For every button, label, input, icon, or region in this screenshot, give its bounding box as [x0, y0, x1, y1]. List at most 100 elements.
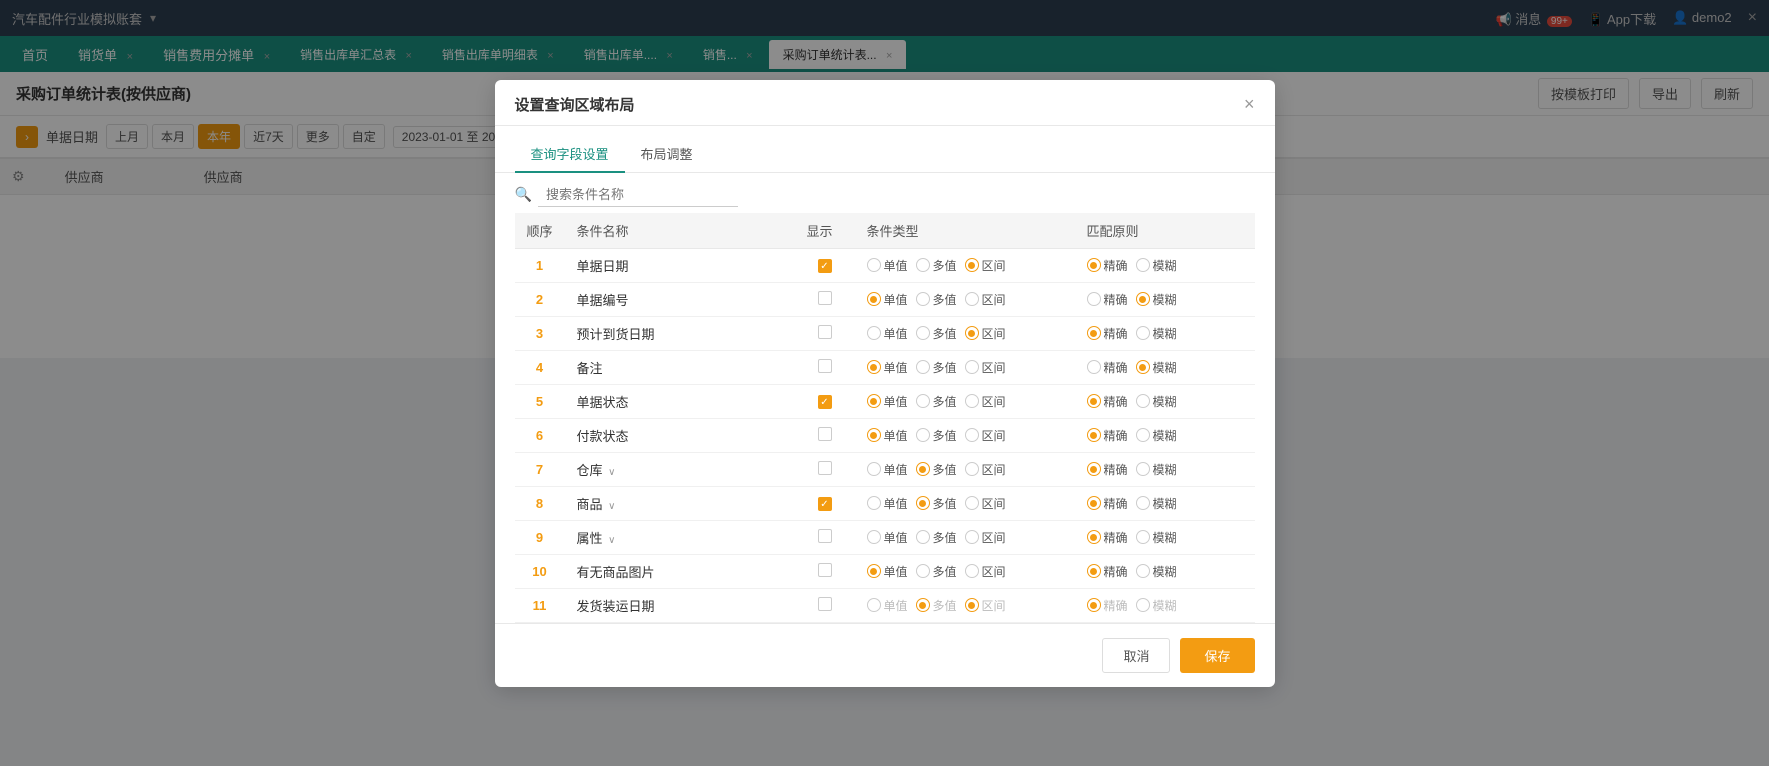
type-single-option[interactable]: 单值: [867, 495, 908, 512]
type-multi-option[interactable]: 多值: [916, 495, 957, 512]
radio-multi-icon: [916, 292, 930, 306]
match-exact-option[interactable]: 精确: [1087, 529, 1128, 546]
save-button[interactable]: 保存: [1180, 638, 1254, 673]
radio-single-icon: [867, 598, 881, 612]
type-multi-option[interactable]: 多值: [916, 291, 957, 308]
type-multi-option[interactable]: 多值: [916, 563, 957, 580]
type-range-option[interactable]: 区间: [965, 495, 1006, 512]
row-match-cell: 精确 模糊: [1075, 554, 1255, 588]
row-condition-name: 属性 ∨: [565, 520, 795, 554]
match-exact-option[interactable]: 精确: [1087, 325, 1128, 342]
type-range-option[interactable]: 区间: [965, 325, 1006, 342]
row-order: 8: [515, 486, 565, 520]
show-checkbox[interactable]: [818, 529, 832, 543]
type-multi-option[interactable]: 多值: [916, 597, 957, 614]
match-fuzzy-option[interactable]: 模糊: [1136, 359, 1177, 376]
type-range-option[interactable]: 区间: [965, 291, 1006, 308]
match-fuzzy-option[interactable]: 模糊: [1136, 563, 1177, 580]
type-range-option[interactable]: 区间: [965, 563, 1006, 580]
show-checkbox[interactable]: ✓: [818, 497, 832, 511]
type-multi-option[interactable]: 多值: [916, 325, 957, 342]
type-single-option[interactable]: 单值: [867, 597, 908, 614]
table-row: 5单据状态✓ 单值 多值 区间 精确 模糊: [515, 384, 1255, 418]
show-checkbox[interactable]: ✓: [818, 259, 832, 273]
radio-exact-icon: [1087, 360, 1101, 374]
row-show-checkbox-cell: [795, 282, 855, 316]
type-single-option[interactable]: 单值: [867, 291, 908, 308]
match-exact-option[interactable]: 精确: [1087, 393, 1128, 410]
match-exact-option[interactable]: 精确: [1087, 461, 1128, 478]
dialog-tabs: 查询字段设置 布局调整: [495, 126, 1275, 173]
row-order: 11: [515, 588, 565, 622]
type-single-option[interactable]: 单值: [867, 257, 908, 274]
show-checkbox[interactable]: [818, 563, 832, 577]
show-checkbox[interactable]: [818, 597, 832, 611]
type-single-option[interactable]: 单值: [867, 393, 908, 410]
type-range-option[interactable]: 区间: [965, 529, 1006, 546]
type-single-option[interactable]: 单值: [867, 461, 908, 478]
show-checkbox[interactable]: [818, 427, 832, 441]
match-exact-option[interactable]: 精确: [1087, 291, 1128, 308]
type-range-option[interactable]: 区间: [965, 257, 1006, 274]
type-single-option[interactable]: 单值: [867, 529, 908, 546]
type-range-option[interactable]: 区间: [965, 597, 1006, 614]
type-range-option[interactable]: 区间: [965, 359, 1006, 376]
type-range-option[interactable]: 区间: [965, 427, 1006, 444]
radio-exact-icon: [1087, 258, 1101, 272]
table-row: 3预计到货日期 单值 多值 区间 精确 模糊: [515, 316, 1255, 350]
match-fuzzy-option[interactable]: 模糊: [1136, 291, 1177, 308]
tab-layout-adjust[interactable]: 布局调整: [625, 136, 709, 173]
row-order: 4: [515, 350, 565, 384]
match-exact-option[interactable]: 精确: [1087, 495, 1128, 512]
match-exact-option[interactable]: 精确: [1087, 427, 1128, 444]
match-fuzzy-option[interactable]: 模糊: [1136, 257, 1177, 274]
chevron-down-icon[interactable]: ∨: [608, 535, 615, 546]
type-multi-option[interactable]: 多值: [916, 393, 957, 410]
radio-fuzzy-icon: [1136, 428, 1150, 442]
order-number: 6: [536, 428, 543, 443]
row-order: 6: [515, 418, 565, 452]
match-fuzzy-option[interactable]: 模糊: [1136, 495, 1177, 512]
match-fuzzy-option[interactable]: 模糊: [1136, 325, 1177, 342]
table-row: 7仓库 ∨ 单值 多值 区间 精确 模糊: [515, 452, 1255, 486]
match-exact-option[interactable]: 精确: [1087, 597, 1128, 614]
match-fuzzy-option[interactable]: 模糊: [1136, 427, 1177, 444]
type-single-option[interactable]: 单值: [867, 359, 908, 376]
tab-query-fields[interactable]: 查询字段设置: [515, 136, 625, 173]
type-range-option[interactable]: 区间: [965, 461, 1006, 478]
type-multi-option[interactable]: 多值: [916, 359, 957, 376]
row-type-cell: 单值 多值 区间: [855, 554, 1075, 588]
row-show-checkbox-cell: ✓: [795, 384, 855, 418]
order-number: 3: [536, 326, 543, 341]
condition-search-input[interactable]: [538, 183, 738, 207]
type-single-option[interactable]: 单值: [867, 563, 908, 580]
match-fuzzy-option[interactable]: 模糊: [1136, 461, 1177, 478]
match-fuzzy-option[interactable]: 模糊: [1136, 393, 1177, 410]
row-type-cell: 单值 多值 区间: [855, 418, 1075, 452]
match-exact-option[interactable]: 精确: [1087, 563, 1128, 580]
type-multi-option[interactable]: 多值: [916, 529, 957, 546]
show-checkbox[interactable]: [818, 291, 832, 305]
match-fuzzy-option[interactable]: 模糊: [1136, 529, 1177, 546]
chevron-down-icon[interactable]: ∨: [608, 467, 615, 478]
order-number: 8: [536, 496, 543, 511]
type-multi-option[interactable]: 多值: [916, 427, 957, 444]
type-multi-option[interactable]: 多值: [916, 257, 957, 274]
match-exact-option[interactable]: 精确: [1087, 257, 1128, 274]
match-exact-option[interactable]: 精确: [1087, 359, 1128, 376]
type-single-option[interactable]: 单值: [867, 325, 908, 342]
cancel-button[interactable]: 取消: [1102, 638, 1170, 673]
show-checkbox[interactable]: ✓: [818, 395, 832, 409]
order-number: 10: [532, 564, 546, 579]
radio-multi-icon: [916, 326, 930, 340]
type-multi-option[interactable]: 多值: [916, 461, 957, 478]
show-checkbox[interactable]: [818, 325, 832, 339]
row-show-checkbox-cell: [795, 452, 855, 486]
show-checkbox[interactable]: [818, 359, 832, 373]
show-checkbox[interactable]: [818, 461, 832, 475]
match-fuzzy-option[interactable]: 模糊: [1136, 597, 1177, 614]
chevron-down-icon[interactable]: ∨: [608, 501, 615, 512]
type-single-option[interactable]: 单值: [867, 427, 908, 444]
type-range-option[interactable]: 区间: [965, 393, 1006, 410]
dialog-close-button[interactable]: ×: [1244, 95, 1255, 113]
